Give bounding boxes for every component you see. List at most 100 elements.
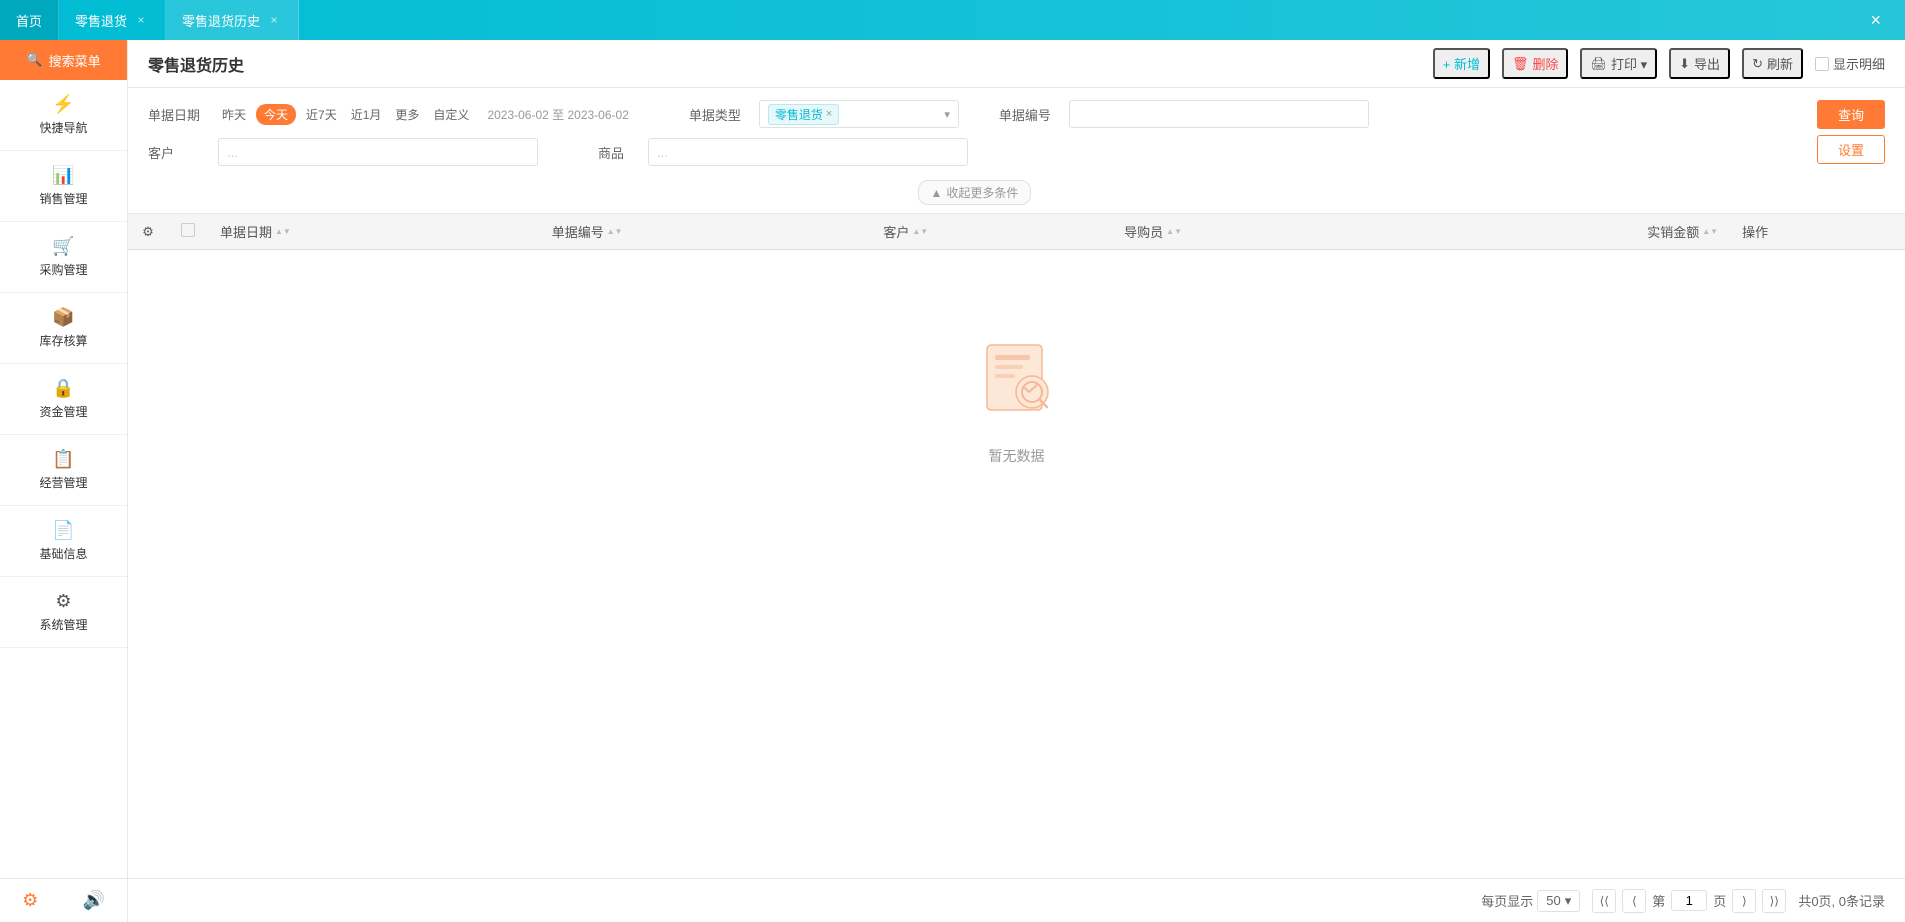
sidebar-item-basic-info-label: 基础信息	[39, 545, 87, 562]
sidebar-bottom: ⚙ 🔊	[0, 878, 127, 922]
sidebar-settings-icon[interactable]: ⚙	[22, 890, 38, 911]
main-layout: 🔍 搜索菜单 ⚡ 快捷导航 📊 销售管理 🛒 采购管理 📦 库存核算 🔒	[0, 40, 1905, 922]
col-guide-label: 导购员	[1124, 222, 1163, 241]
date-opt-today[interactable]: 今天	[256, 104, 296, 125]
type-filter-select[interactable]: 零售退货 × ▾	[759, 100, 959, 128]
page-size-select-box[interactable]: 50 ▾	[1537, 890, 1580, 912]
window-close-button[interactable]: ×	[1862, 10, 1889, 31]
type-tag-close[interactable]: ×	[826, 108, 832, 120]
sidebar-item-sales-mgmt[interactable]: 📊 销售管理	[0, 151, 127, 222]
page-header: 零售退货历史 + 新增 🗑 🗑 删除 删除 🖨 打印 ▾ ⬇ 导出 ↻	[128, 40, 1905, 88]
col-date-label: 单据日期	[220, 222, 272, 241]
delete-button[interactable]: 🗑 🗑 删除 删除	[1502, 48, 1569, 79]
tab-retail-return-history-close[interactable]: ×	[266, 12, 282, 28]
tab-home[interactable]: 首页	[0, 0, 59, 40]
sort-guide[interactable]: 导购员 ▲▼	[1124, 222, 1182, 241]
basic-info-icon: 📄	[52, 520, 74, 541]
quick-nav-icon: ⚡	[52, 94, 74, 115]
date-opt-yesterday[interactable]: 昨天	[218, 104, 250, 125]
operations-mgmt-icon: 📋	[52, 449, 74, 470]
col-amount: 实销金额 ▲▼	[1398, 214, 1730, 250]
filter-client-area: 客户 ...	[148, 138, 538, 166]
sort-client[interactable]: 客户 ▲▼	[883, 222, 928, 241]
tab-retail-return-close[interactable]: ×	[133, 12, 149, 28]
no-filter-input[interactable]	[1069, 100, 1369, 128]
page-size-label: 每页显示	[1481, 891, 1533, 910]
page-size-area: 每页显示 50 ▾	[1481, 890, 1580, 912]
add-button[interactable]: + 新增	[1433, 48, 1490, 79]
print-icon: 🖨	[1590, 56, 1607, 72]
date-opt-1month[interactable]: 近1月	[347, 104, 386, 125]
sidebar-items: ⚡ 快捷导航 📊 销售管理 🛒 采购管理 📦 库存核算 🔒 资金管理 📋	[0, 80, 127, 878]
tab-retail-return-history[interactable]: 零售退货历史 ×	[166, 0, 299, 40]
tab-retail-return[interactable]: 零售退货 ×	[59, 0, 166, 40]
filter-main-col: 单据日期 昨天 今天 近7天 近1月 更多 自定义 2023-06-02 至 2…	[148, 100, 1801, 205]
data-table: ⚙ 单据日期 ▲▼ 单据编号	[128, 214, 1905, 546]
page-nav: ⟨⟨ ⟨ 第 页 ⟩ ⟩⟩	[1592, 889, 1786, 913]
page-first-button[interactable]: ⟨⟨	[1592, 889, 1616, 913]
filter-row-2: 客户 ... 商品 ...	[148, 138, 1801, 166]
sidebar-audio-icon[interactable]: 🔊	[82, 890, 104, 911]
sidebar-item-basic-info[interactable]: 📄 基础信息	[0, 506, 127, 577]
sidebar-search[interactable]: 🔍 搜索菜单	[0, 40, 127, 80]
show-detail-checkbox[interactable]	[1815, 57, 1829, 71]
sidebar-item-operations-mgmt[interactable]: 📋 经营管理	[0, 435, 127, 506]
header-actions: + 新增 🗑 🗑 删除 删除 🖨 打印 ▾ ⬇ 导出 ↻ 刷新	[1433, 48, 1885, 79]
date-filter-label: 单据日期	[148, 105, 218, 124]
col-action-label: 操作	[1742, 225, 1768, 240]
goods-filter-input[interactable]: ...	[648, 138, 968, 166]
col-date: 单据日期 ▲▼	[208, 214, 540, 250]
print-button[interactable]: 🖨 打印 ▾	[1580, 48, 1657, 79]
sort-amount[interactable]: 实销金额 ▲▼	[1647, 222, 1718, 241]
sort-date[interactable]: 单据日期 ▲▼	[220, 222, 291, 241]
delete-icon: 🗑	[1512, 56, 1529, 72]
collapse-up-icon: ▲	[931, 186, 943, 200]
table-select-all-checkbox[interactable]	[181, 223, 195, 237]
set-button[interactable]: 设置	[1817, 135, 1885, 164]
table-container: ⚙ 单据日期 ▲▼ 单据编号	[128, 214, 1905, 878]
sort-no[interactable]: 单据编号 ▲▼	[552, 222, 623, 241]
date-range-display: 2023-06-02 至 2023-06-02	[487, 106, 628, 123]
page-next-button[interactable]: ⟩	[1732, 889, 1756, 913]
export-button[interactable]: ⬇ 导出	[1669, 48, 1730, 79]
date-opt-more[interactable]: 更多	[391, 104, 423, 125]
page-number-input[interactable]	[1671, 890, 1707, 911]
sort-guide-arrows: ▲▼	[1166, 228, 1182, 236]
empty-text: 暂无数据	[989, 446, 1045, 466]
page-last-button[interactable]: ⟩⟩	[1762, 889, 1786, 913]
no-filter-label: 单据编号	[999, 105, 1069, 124]
col-client-label: 客户	[883, 222, 909, 241]
client-filter-label: 客户	[148, 143, 218, 162]
goods-filter-label: 商品	[598, 143, 648, 162]
sidebar-search-label: 搜索菜单	[49, 51, 101, 70]
refresh-icon: ↻	[1752, 56, 1763, 72]
page-unit: 页	[1713, 891, 1726, 910]
tab-retail-return-history-label: 零售退货历史	[182, 11, 260, 30]
top-bar-right: ×	[1846, 10, 1905, 31]
sort-client-arrows: ▲▼	[912, 228, 928, 236]
sidebar: 🔍 搜索菜单 ⚡ 快捷导航 📊 销售管理 🛒 采购管理 📦 库存核算 🔒	[0, 40, 128, 922]
collapse-button[interactable]: ▲ 收起更多条件	[918, 180, 1032, 205]
sales-mgmt-icon: 📊	[52, 165, 74, 186]
date-opt-custom[interactable]: 自定义	[429, 104, 473, 125]
sidebar-item-finance-mgmt[interactable]: 🔒 资金管理	[0, 364, 127, 435]
refresh-button[interactable]: ↻ 刷新	[1742, 48, 1803, 79]
search-icon: 🔍	[26, 52, 42, 68]
page-label: 第	[1652, 891, 1665, 910]
sidebar-item-system-mgmt-label: 系统管理	[39, 616, 87, 633]
sidebar-item-system-mgmt[interactable]: ⚙ 系统管理	[0, 577, 127, 648]
col-amount-label: 实销金额	[1647, 222, 1699, 241]
settings-icon[interactable]: ⚙	[142, 224, 154, 239]
date-opt-7days[interactable]: 近7天	[302, 104, 341, 125]
sidebar-item-purchase-mgmt[interactable]: 🛒 采购管理	[0, 222, 127, 293]
sidebar-item-inventory[interactable]: 📦 库存核算	[0, 293, 127, 364]
sidebar-item-quick-nav[interactable]: ⚡ 快捷导航	[0, 80, 127, 151]
collapse-label: 收起更多条件	[946, 184, 1018, 201]
col-action: 操作	[1730, 214, 1905, 250]
client-filter-input[interactable]: ...	[218, 138, 538, 166]
type-select-arrow: ▾	[944, 108, 950, 121]
query-button[interactable]: 查询	[1817, 100, 1885, 129]
tab-home-label: 首页	[16, 11, 42, 30]
client-placeholder: ...	[227, 145, 238, 160]
page-prev-button[interactable]: ⟨	[1622, 889, 1646, 913]
